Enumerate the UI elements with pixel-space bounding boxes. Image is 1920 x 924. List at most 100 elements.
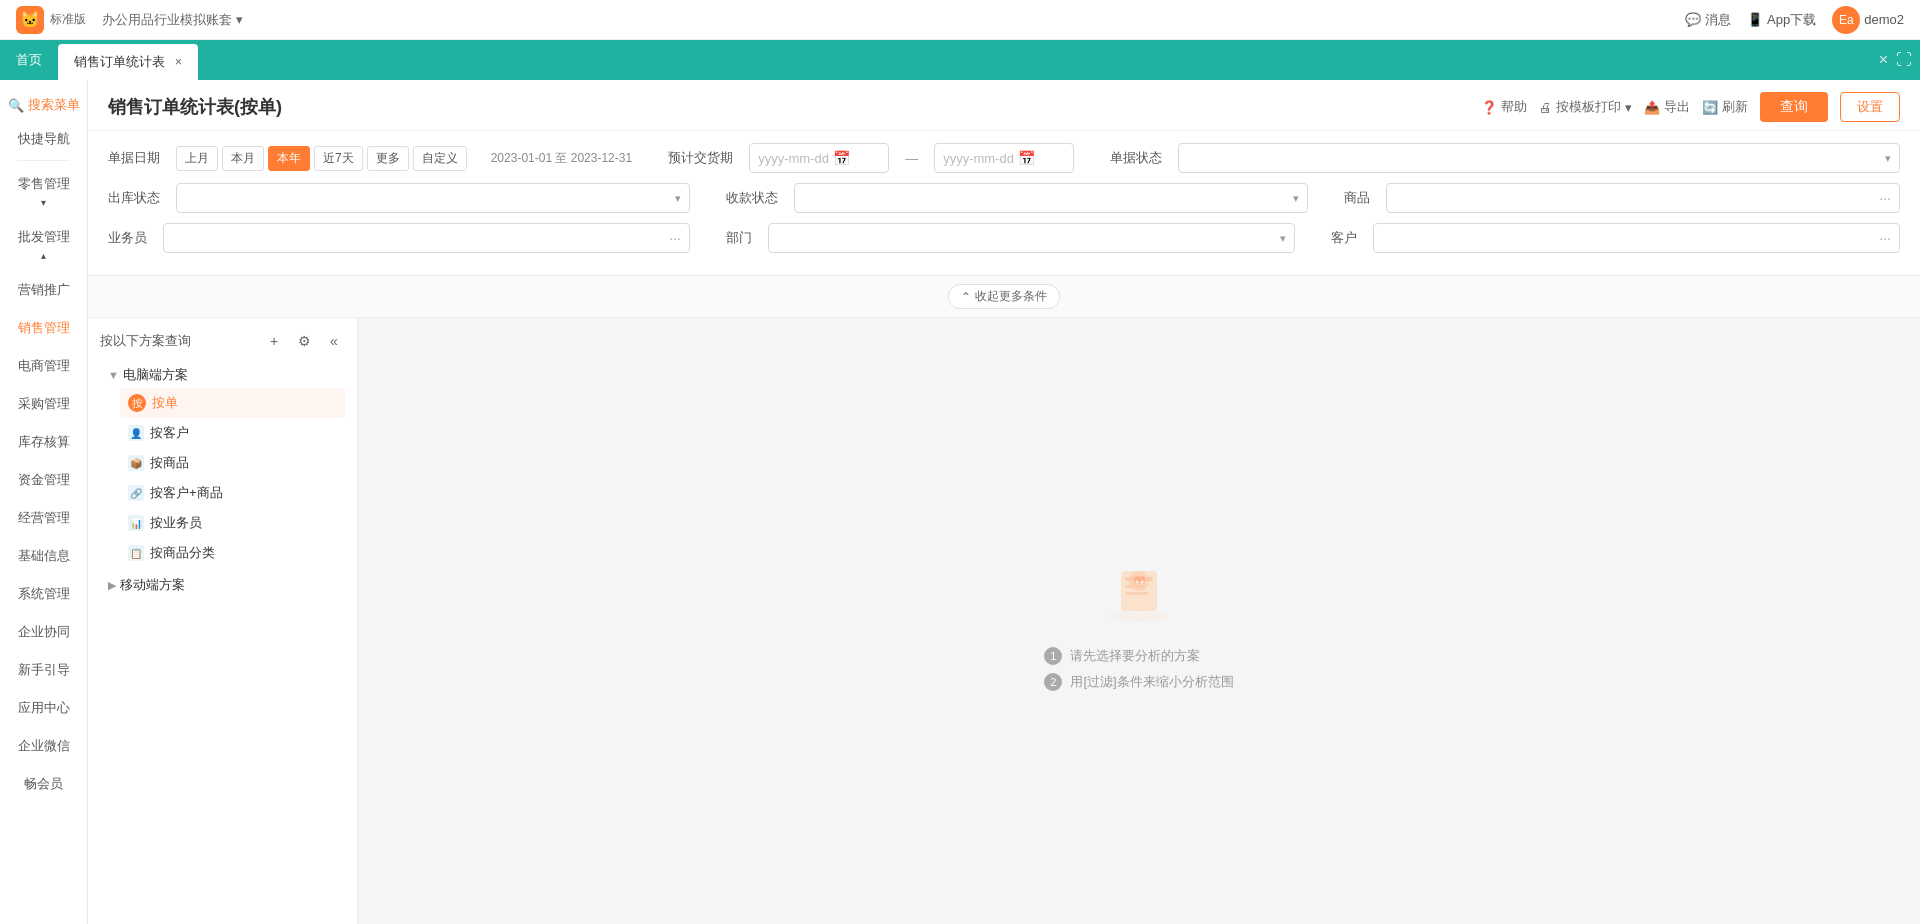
mobile-section-header[interactable]: ▶ 移动端方案 (100, 572, 345, 598)
sidebar-quicknav-btn[interactable]: 快捷导航 (0, 122, 87, 156)
by-order-icon: 按 (128, 394, 146, 412)
sidebar-item-ecommerce[interactable]: 电商管理 (0, 347, 87, 385)
message-btn[interactable]: 💬 消息 (1685, 11, 1731, 29)
bill-status-label: 单据状态 (1110, 149, 1162, 167)
department-select[interactable]: ▾ (768, 223, 1295, 253)
logo-text: 标准版 (50, 11, 86, 28)
window-expand-btn[interactable]: ⛶ (1896, 51, 1912, 69)
sidebar-item-wholesale[interactable]: 批发管理 ▴ (0, 218, 87, 271)
sidebar-item-marketing[interactable]: 营销推广 (0, 271, 87, 309)
date-btn-lastmonth[interactable]: 上月 (176, 146, 218, 171)
by-goods-category-icon: 📋 (128, 545, 144, 561)
collapse-panel-btn[interactable]: « (323, 330, 345, 352)
sidebar-item-retail[interactable]: 零售管理 ▾ (0, 165, 87, 218)
customer-input[interactable]: ··· (1373, 223, 1900, 253)
by-customer-goods-icon: 🔗 (128, 485, 144, 501)
tree-item-by-salesperson[interactable]: 📊 按业务员 (120, 508, 345, 538)
org-selector[interactable]: 办公用品行业模拟账套 ▾ (94, 7, 251, 33)
main-data-area: 1 请先选择要分析的方案 2 用[过滤]条件来缩小分析范围 (358, 318, 1920, 924)
tree-item-by-customer[interactable]: 👤 按客户 (120, 418, 345, 448)
user-profile[interactable]: Ea demo2 (1832, 6, 1904, 34)
salesperson-input[interactable]: ··· (163, 223, 690, 253)
tree-item-by-goods-category[interactable]: 📋 按商品分类 (120, 538, 345, 568)
expected-delivery-end-input[interactable]: yyyy-mm-dd 📅 (934, 143, 1074, 173)
date-btn-group: 上月 本月 本年 近7天 更多 自定义 (176, 146, 467, 171)
collapse-button[interactable]: ⌃ 收起更多条件 (948, 284, 1060, 309)
print-btn[interactable]: 🖨 按模板打印 ▾ (1539, 98, 1632, 116)
sidebar-item-appcenter[interactable]: 应用中心 (0, 689, 87, 727)
setting-scheme-btn[interactable]: ⚙ (293, 330, 315, 352)
sidebar-item-system[interactable]: 系统管理 (0, 575, 87, 613)
start-date-placeholder: yyyy-mm-dd (758, 151, 829, 166)
mobile-section-expand-icon: ▶ (108, 579, 116, 592)
pc-section-children: 按 按单 👤 按客户 📦 按商品 🔗 (100, 388, 345, 568)
filter-row-1: 单据日期 上月 本月 本年 近7天 更多 自定义 2023-01-01 至 20… (108, 143, 1900, 173)
left-panel-actions: + ⚙ « (263, 330, 345, 352)
sidebar-item-newuser[interactable]: 新手引导 (0, 651, 87, 689)
sidebar-item-member[interactable]: 畅会员 (0, 765, 87, 803)
calendar-start-icon: 📅 (833, 150, 850, 166)
sidebar-item-finance[interactable]: 资金管理 (0, 461, 87, 499)
expected-delivery-start: yyyy-mm-dd 📅 (749, 143, 889, 173)
empty-tips: 1 请先选择要分析的方案 2 用[过滤]条件来缩小分析范围 (1044, 647, 1233, 691)
customer-text-input[interactable] (1382, 231, 1879, 246)
refresh-btn[interactable]: 🔄 刷新 (1702, 98, 1748, 116)
date-btn-more[interactable]: 更多 (367, 146, 409, 171)
filter-row-2: 出库状态 ▾ 收款状态 ▾ 商品 ··· (108, 183, 1900, 213)
pc-section-header[interactable]: ▼ 电脑端方案 (100, 362, 345, 388)
help-btn[interactable]: ❓ 帮助 (1481, 98, 1527, 116)
salesperson-label: 业务员 (108, 229, 147, 247)
app-download-btn[interactable]: 📱 App下载 (1747, 11, 1816, 29)
empty-tip-1: 1 请先选择要分析的方案 (1044, 647, 1233, 665)
sidebar-item-enterprise[interactable]: 企业协同 (0, 613, 87, 651)
date-btn-thismonth[interactable]: 本月 (222, 146, 264, 171)
bill-status-select[interactable]: ▾ (1178, 143, 1900, 173)
sidebar-item-wechat[interactable]: 企业微信 (0, 727, 87, 765)
sidebar-item-inventory[interactable]: 库存核算 (0, 423, 87, 461)
by-goods-icon: 📦 (128, 455, 144, 471)
window-close-btn[interactable]: × (1879, 51, 1888, 69)
collection-dropdown-icon: ▾ (1293, 192, 1299, 205)
tree-item-by-goods[interactable]: 📦 按商品 (120, 448, 345, 478)
outbound-status-select[interactable]: ▾ (176, 183, 690, 213)
date-btn-7days[interactable]: 近7天 (314, 146, 363, 171)
salesperson-text-input[interactable] (172, 231, 669, 246)
main-layout: 🔍 搜索菜单 快捷导航 零售管理 ▾ 批发管理 ▴ 营销推广 销售管理 电商管理… (0, 80, 1920, 924)
customer-more-btn[interactable]: ··· (1879, 230, 1891, 246)
app-icon: 📱 (1747, 12, 1763, 27)
date-btn-custom[interactable]: 自定义 (413, 146, 467, 171)
tab-close-btn[interactable]: × (175, 55, 182, 69)
top-bar: 🐱 标准版 办公用品行业模拟账套 ▾ 💬 消息 📱 App下载 Ea demo2 (0, 0, 1920, 40)
query-button[interactable]: 查询 (1760, 92, 1828, 122)
home-tab[interactable]: 首页 (0, 40, 58, 80)
sidebar-divider (17, 160, 69, 161)
print-icon: 🖨 (1539, 100, 1552, 115)
expected-delivery-start-input[interactable]: yyyy-mm-dd 📅 (749, 143, 889, 173)
collapse-bar: ⌃ 收起更多条件 (88, 276, 1920, 318)
salesperson-more-btn[interactable]: ··· (669, 230, 681, 246)
goods-more-btn[interactable]: ··· (1879, 190, 1891, 206)
settings-button[interactable]: 设置 (1840, 92, 1900, 122)
collection-status-label: 收款状态 (726, 189, 778, 207)
empty-state: 1 请先选择要分析的方案 2 用[过滤]条件来缩小分析范围 (1044, 551, 1233, 691)
logo-icon: 🐱 (16, 6, 44, 34)
sidebar-item-purchase[interactable]: 采购管理 (0, 385, 87, 423)
bill-date-label: 单据日期 (108, 149, 160, 167)
org-name: 办公用品行业模拟账套 (102, 11, 232, 29)
sidebar-item-sales[interactable]: 销售管理 (0, 309, 87, 347)
collection-status-select[interactable]: ▾ (794, 183, 1308, 213)
date-separator: — (905, 151, 918, 166)
export-btn[interactable]: 📤 导出 (1644, 98, 1690, 116)
add-scheme-btn[interactable]: + (263, 330, 285, 352)
expand-icon: ▾ (41, 197, 46, 208)
sidebar-search-btn[interactable]: 🔍 搜索菜单 (0, 88, 87, 122)
goods-text-input[interactable] (1395, 191, 1879, 206)
active-tab[interactable]: 销售订单统计表 × (58, 44, 198, 80)
outbound-dropdown-icon: ▾ (675, 192, 681, 205)
tree-item-by-order[interactable]: 按 按单 (120, 388, 345, 418)
date-btn-thisyear[interactable]: 本年 (268, 146, 310, 171)
sidebar-item-basic[interactable]: 基础信息 (0, 537, 87, 575)
tree-item-by-customer-goods[interactable]: 🔗 按客户+商品 (120, 478, 345, 508)
goods-input[interactable]: ··· (1386, 183, 1900, 213)
sidebar-item-operation[interactable]: 经营管理 (0, 499, 87, 537)
